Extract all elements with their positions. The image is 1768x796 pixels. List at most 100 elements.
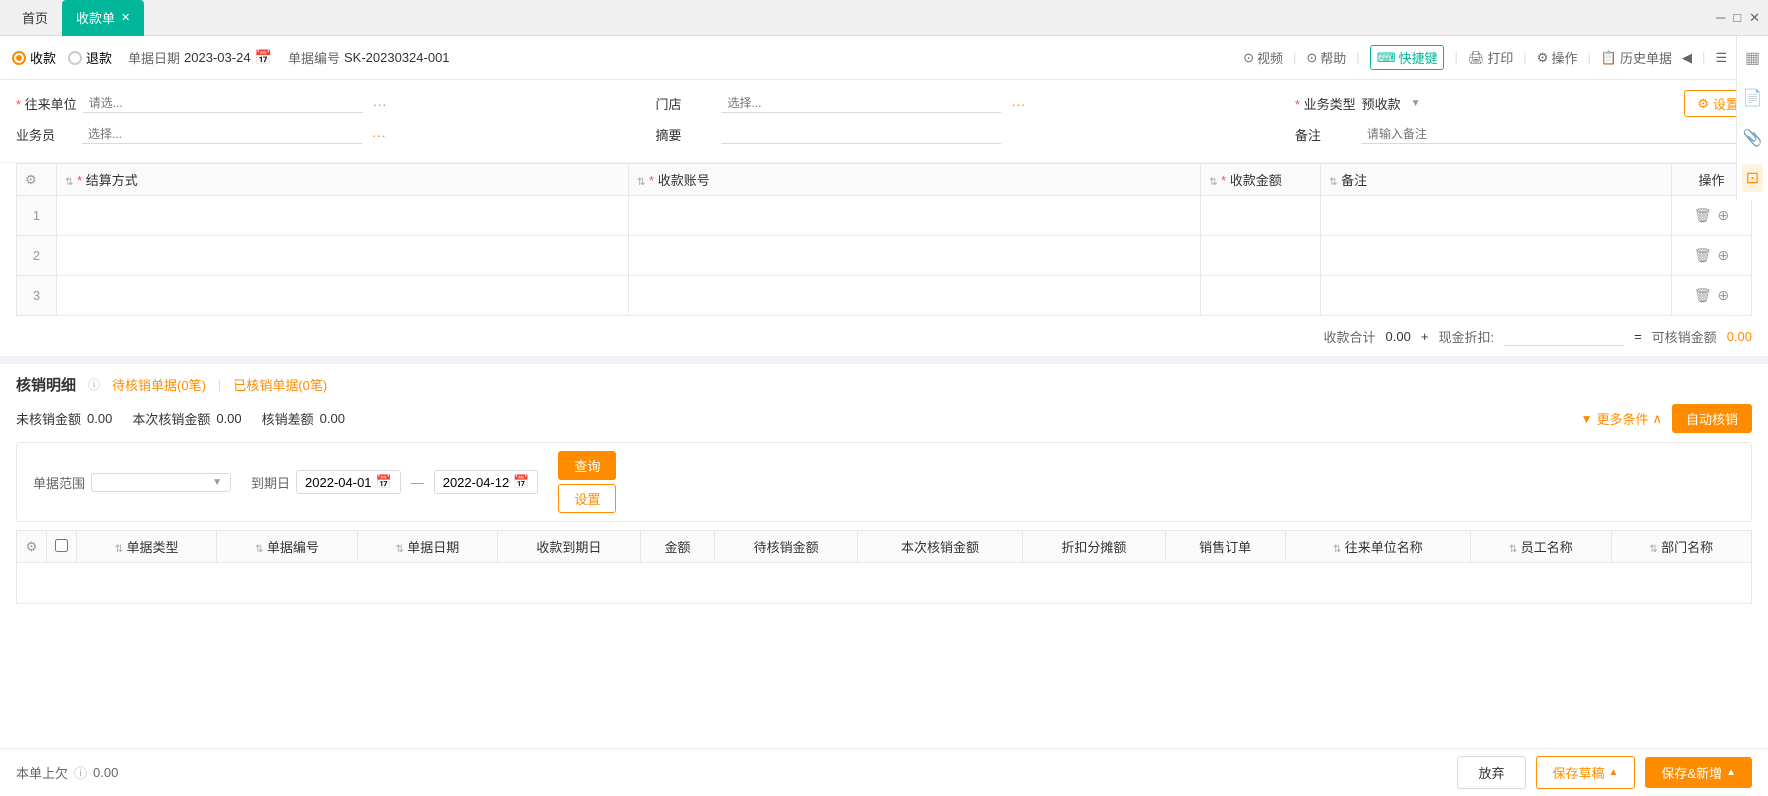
shortcut-label: 快捷键 bbox=[1398, 48, 1437, 67]
table-section: ⚙ ⇅ 结算方式 ⇅ 收款账号 ⇅ 收款金额 ⇅ bbox=[0, 163, 1768, 316]
copy-icon-2[interactable]: ⊕ bbox=[1718, 247, 1730, 264]
range-chevron-icon: ▼ bbox=[212, 477, 222, 488]
date-field: 单据日期 2023-03-24 📅 bbox=[128, 48, 272, 67]
row-num-3: 3 bbox=[17, 276, 57, 316]
settlement-cell-2[interactable] bbox=[57, 236, 629, 276]
amount-cell-2[interactable] bbox=[1201, 236, 1321, 276]
th-settlement-label: 结算方式 bbox=[77, 173, 138, 188]
uncleared-value: 0.00 bbox=[87, 411, 112, 426]
range-select[interactable]: ▼ bbox=[91, 473, 231, 492]
query-btn[interactable]: 查询 bbox=[558, 451, 616, 480]
minimize-btn[interactable]: ─ bbox=[1716, 10, 1725, 25]
filter-setting-btn[interactable]: 设置 bbox=[558, 484, 616, 513]
delete-icon-1[interactable]: 🗑 bbox=[1694, 207, 1712, 224]
shortcut-btn[interactable]: ⌨ 快捷键 bbox=[1370, 45, 1445, 70]
amount-cell-3[interactable] bbox=[1201, 276, 1321, 316]
tab-home[interactable]: 首页 bbox=[8, 0, 62, 36]
delete-icon-2[interactable]: 🗑 bbox=[1694, 247, 1712, 264]
copy-icon-3[interactable]: ⊕ bbox=[1718, 287, 1730, 304]
verify-info-icon[interactable]: ⓘ bbox=[88, 376, 100, 393]
note-cell-2[interactable] bbox=[1321, 236, 1672, 276]
discount-input[interactable] bbox=[1504, 326, 1624, 346]
th-account-label: 收款账号 bbox=[649, 173, 710, 188]
completed-tab[interactable]: 已核销单据(0笔) bbox=[233, 375, 327, 394]
refund-radio-circle bbox=[68, 51, 82, 65]
date-to-value: 2022-04-12 bbox=[443, 475, 510, 490]
sidebar-table-icon[interactable]: ▦ bbox=[1741, 44, 1764, 72]
operations-btn[interactable]: ⚙ 操作 bbox=[1537, 48, 1578, 67]
account-cell-2[interactable] bbox=[629, 236, 1201, 276]
verify-table: ⚙ ⇅ 单据类型 ⇅ 单据编号 bbox=[16, 530, 1752, 604]
account-cell-1[interactable] bbox=[629, 196, 1201, 236]
counterparty-input[interactable] bbox=[83, 94, 363, 113]
pending-tab[interactable]: 待核销单据(0笔) bbox=[112, 375, 206, 394]
th-discount-label: 折扣分摊额 bbox=[1061, 540, 1126, 555]
sidebar-paperclip-icon[interactable]: 📎 bbox=[1739, 124, 1767, 152]
th-note-label: 备注 bbox=[1341, 173, 1367, 188]
diff-label: 核销差额 bbox=[262, 409, 314, 428]
date-range-sep: — bbox=[407, 475, 428, 490]
table-settings-icon[interactable]: ⚙ bbox=[25, 172, 37, 187]
select-all-checkbox[interactable] bbox=[55, 539, 68, 552]
bottom-table-settings-icon[interactable]: ⚙ bbox=[26, 539, 38, 554]
help-btn[interactable]: ⊙ 帮助 bbox=[1306, 48, 1346, 67]
calendar-icon[interactable]: 📅 bbox=[255, 49, 272, 66]
save-draft-btn[interactable]: 保存草稿 ▲ bbox=[1536, 756, 1636, 789]
store-more-btn[interactable]: ··· bbox=[1007, 96, 1029, 112]
settlement-cell-1[interactable] bbox=[57, 196, 629, 236]
counterparty-more-btn[interactable]: ··· bbox=[369, 96, 391, 112]
sidebar-screenshot-icon[interactable]: ⊡ bbox=[1742, 164, 1763, 192]
note-cell-3[interactable] bbox=[1321, 276, 1672, 316]
maximize-btn[interactable]: □ bbox=[1733, 10, 1741, 25]
receipt-radio[interactable]: 收款 bbox=[12, 48, 56, 67]
store-label: 门店 bbox=[655, 94, 715, 113]
action-cell-2: 🗑 ⊕ bbox=[1672, 236, 1752, 276]
note-input[interactable] bbox=[1361, 125, 1752, 144]
summary-input[interactable] bbox=[721, 125, 1001, 144]
history-btn[interactable]: 📋 历史单据 bbox=[1601, 48, 1672, 67]
th-amount-bottom-label: 金额 bbox=[665, 540, 691, 555]
copy-icon-1[interactable]: ⊕ bbox=[1718, 207, 1730, 224]
account-cell-3[interactable] bbox=[629, 276, 1201, 316]
tab-receipt[interactable]: 收款单 ✕ bbox=[62, 0, 144, 36]
tab-receipt-close[interactable]: ✕ bbox=[121, 11, 130, 24]
abandon-btn[interactable]: 放弃 bbox=[1457, 756, 1525, 789]
tab-home-label: 首页 bbox=[22, 8, 48, 27]
prev-page-btn[interactable]: ◀ bbox=[1682, 50, 1692, 66]
more-conditions-btn[interactable]: ▼ 更多条件 ∧ bbox=[1581, 409, 1662, 428]
settlement-cell-3[interactable] bbox=[57, 276, 629, 316]
amount-cell-1[interactable] bbox=[1201, 196, 1321, 236]
date-to-picker[interactable]: 2022-04-12 📅 bbox=[434, 470, 539, 494]
print-btn[interactable]: 🖨 打印 bbox=[1468, 48, 1514, 67]
more-conditions-label: 更多条件 bbox=[1596, 409, 1648, 428]
delete-icon-3[interactable]: 🗑 bbox=[1694, 287, 1712, 304]
auto-verify-btn[interactable]: 自动核销 bbox=[1672, 404, 1752, 433]
verify-stats: 未核销金额 0.00 本次核销金额 0.00 核销差额 0.00 bbox=[16, 403, 345, 434]
receipt-radio-label: 收款 bbox=[30, 48, 56, 67]
note-cell-1[interactable] bbox=[1321, 196, 1672, 236]
store-input[interactable] bbox=[721, 94, 1001, 113]
receipt-radio-circle bbox=[12, 51, 26, 65]
salesman-input[interactable] bbox=[82, 125, 362, 144]
date-from-picker[interactable]: 2022-04-01 📅 bbox=[296, 470, 401, 494]
save-new-btn[interactable]: 保存&新增 ▲ bbox=[1645, 757, 1752, 788]
sidebar-document-icon[interactable]: 📄 bbox=[1739, 84, 1767, 112]
th-employee-label: 员工名称 bbox=[1521, 540, 1573, 555]
counterparty-label: 往来单位 bbox=[16, 94, 77, 113]
layout-list-btn[interactable]: ☰ bbox=[1715, 50, 1727, 66]
number-field: 单据编号 SK-20230324-001 bbox=[288, 48, 450, 67]
close-btn[interactable]: ✕ bbox=[1749, 10, 1760, 26]
th-doc-number-label: 单据编号 bbox=[267, 540, 319, 555]
business-type-chevron[interactable]: ▼ bbox=[1411, 98, 1421, 109]
video-btn[interactable]: ⊙ 视频 bbox=[1243, 48, 1283, 67]
note-label: 备注 bbox=[1295, 125, 1355, 144]
th-gear-bottom: ⚙ bbox=[17, 531, 47, 563]
refund-radio[interactable]: 退款 bbox=[68, 48, 112, 67]
discount-label: 现金折扣: bbox=[1438, 327, 1494, 346]
range-filter-group: 单据范围 ▼ bbox=[33, 473, 231, 492]
current-label: 本次核销金额 bbox=[132, 409, 210, 428]
salesman-more-btn[interactable]: ··· bbox=[368, 127, 390, 143]
query-setting-col: 查询 设置 bbox=[558, 451, 616, 513]
uncleared-label: 未核销金额 bbox=[16, 409, 81, 428]
th-dept: ⇅ 部门名称 bbox=[1611, 531, 1751, 563]
